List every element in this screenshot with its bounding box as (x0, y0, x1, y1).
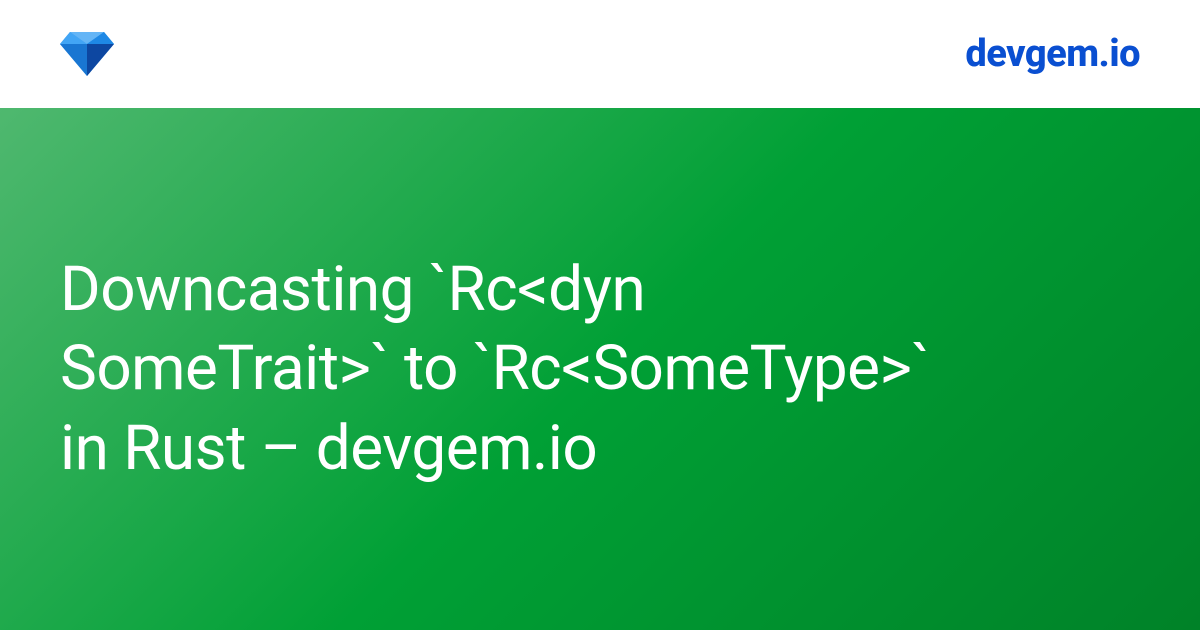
page-title: Downcasting `Rc<dyn SomeTrait>` to `Rc<S… (60, 250, 960, 488)
gem-icon-svg (60, 32, 114, 76)
gem-icon (60, 32, 114, 76)
header-bar: devgem.io (0, 0, 1200, 108)
brand-name: devgem.io (965, 32, 1140, 76)
hero-section: Downcasting `Rc<dyn SomeTrait>` to `Rc<S… (0, 108, 1200, 630)
